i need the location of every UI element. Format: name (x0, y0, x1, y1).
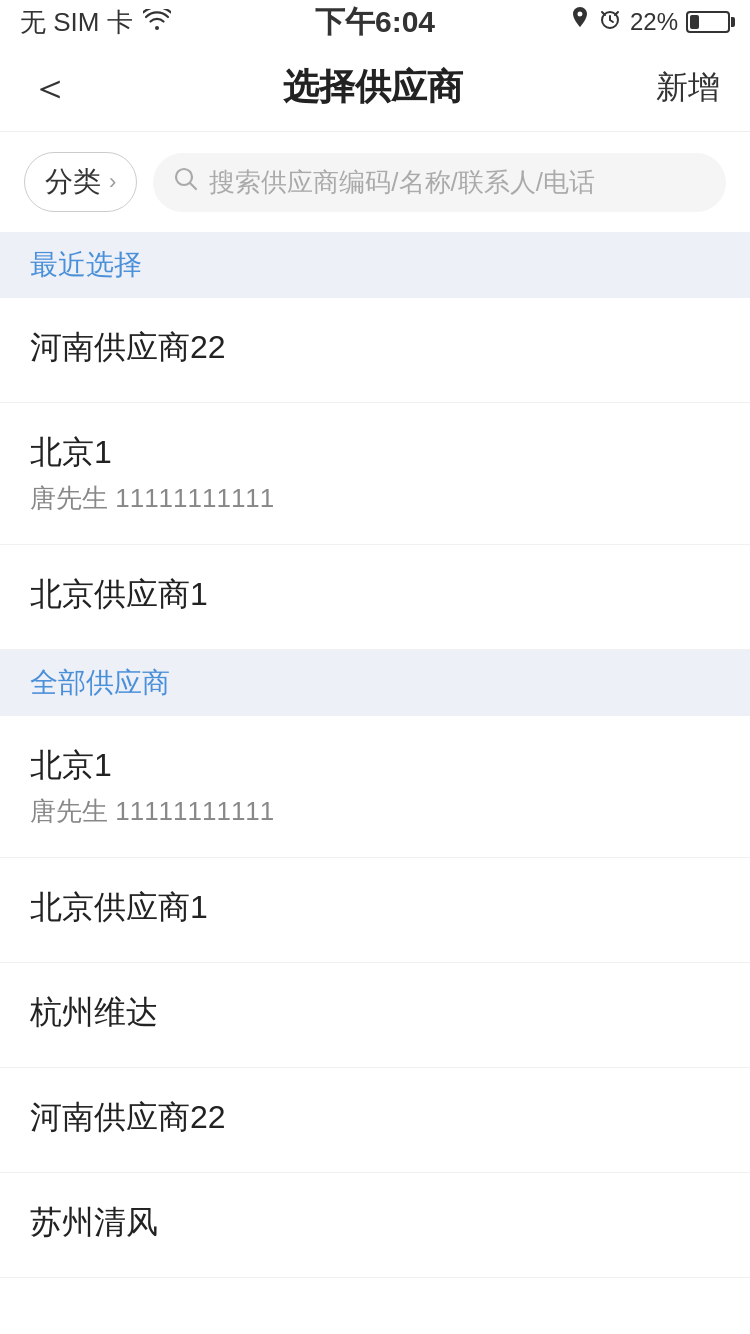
wifi-icon (143, 7, 171, 38)
supplier-name: 北京供应商1 (30, 886, 720, 930)
battery-percentage: 22% (630, 8, 678, 36)
supplier-name: 河南供应商22 (30, 1096, 720, 1140)
supplier-name: 河南供应商22 (30, 326, 720, 370)
nav-bar: ＜ 选择供应商 新增 (0, 44, 750, 132)
supplier-sub: 唐先生 11111111111 (30, 794, 720, 829)
recent-section-label: 最近选择 (30, 249, 142, 280)
category-filter[interactable]: 分类 › (24, 152, 137, 212)
category-label: 分类 (45, 163, 101, 201)
status-time: 下午6:04 (315, 2, 435, 43)
list-item[interactable]: 北京1 唐先生 11111111111 (0, 716, 750, 858)
list-item[interactable]: 北京供应商1 (0, 858, 750, 963)
supplier-sub: 唐先生 11111111111 (30, 481, 720, 516)
list-item[interactable]: 北京1 唐先生 11111111111 (0, 403, 750, 545)
alarm-icon (598, 7, 622, 37)
all-items-list: 北京1 唐先生 11111111111 北京供应商1 杭州维达 河南供应商22 … (0, 716, 750, 1278)
chevron-right-icon: › (109, 169, 116, 195)
back-button[interactable]: ＜ (30, 60, 90, 115)
list-item[interactable]: 河南供应商22 (0, 298, 750, 403)
list-item[interactable]: 北京供应商1 (0, 545, 750, 650)
status-right: 22% (570, 7, 730, 37)
search-bar[interactable]: 搜索供应商编码/名称/联系人/电话 (153, 153, 726, 212)
filter-bar: 分类 › 搜索供应商编码/名称/联系人/电话 (0, 132, 750, 232)
add-button[interactable]: 新增 (656, 66, 720, 110)
supplier-name: 北京1 (30, 431, 720, 475)
supplier-name: 北京1 (30, 744, 720, 788)
status-left: 无 SIM 卡 (20, 5, 171, 40)
recent-section-header: 最近选择 (0, 232, 750, 298)
search-icon (173, 166, 199, 199)
battery-icon (686, 11, 730, 33)
all-section-label: 全部供应商 (30, 667, 170, 698)
list-item[interactable]: 河南供应商22 (0, 1068, 750, 1173)
page-title: 选择供应商 (283, 63, 463, 112)
supplier-name: 北京供应商1 (30, 573, 720, 617)
recent-items-list: 河南供应商22 北京1 唐先生 11111111111 北京供应商1 (0, 298, 750, 650)
list-item[interactable]: 杭州维达 (0, 963, 750, 1068)
supplier-name: 苏州清风 (30, 1201, 720, 1245)
all-section-header: 全部供应商 (0, 650, 750, 716)
list-item[interactable]: 苏州清风 (0, 1173, 750, 1278)
carrier-text: 无 SIM 卡 (20, 5, 133, 40)
location-icon (570, 7, 590, 37)
status-bar: 无 SIM 卡 下午6:04 22% (0, 0, 750, 44)
search-placeholder: 搜索供应商编码/名称/联系人/电话 (209, 165, 595, 200)
supplier-name: 杭州维达 (30, 991, 720, 1035)
